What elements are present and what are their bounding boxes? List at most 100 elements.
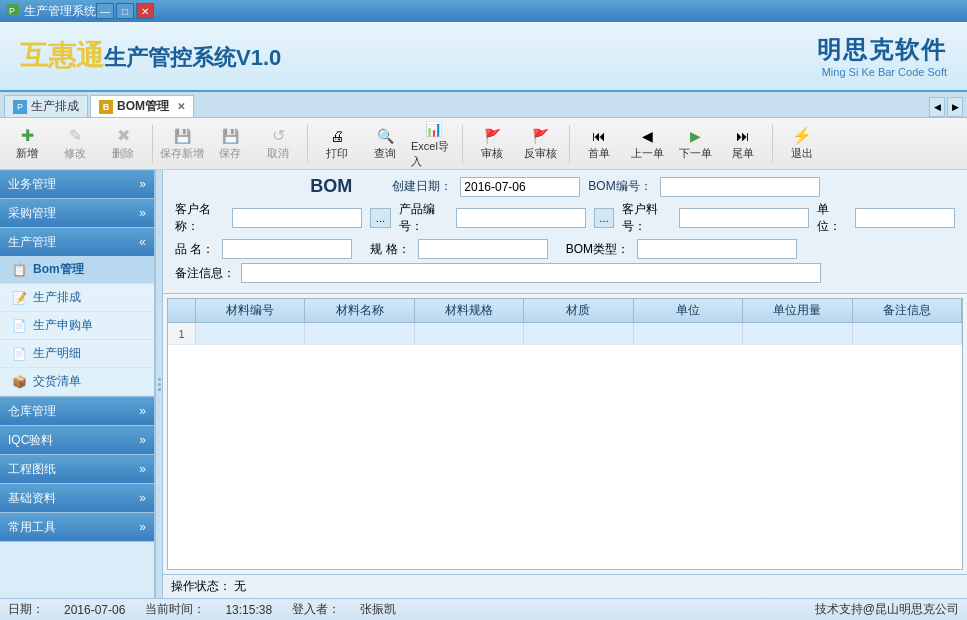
unaudit-button[interactable]: 反审核	[517, 121, 563, 167]
grid-cell-remarks-1[interactable]	[853, 323, 962, 344]
sidebar-item-detail[interactable]: 📄 生产明细	[0, 340, 154, 368]
sidebar-item-delivery[interactable]: 📦 交货清单	[0, 368, 154, 396]
tab-bom-close[interactable]: ✕	[177, 101, 185, 112]
sep-3	[462, 125, 463, 163]
close-button[interactable]: ✕	[136, 3, 154, 19]
remarks-input[interactable]	[241, 263, 821, 283]
print-label: 打印	[326, 146, 348, 161]
sidebar-purchase-arrow: »	[139, 206, 146, 220]
prev-label: 上一单	[631, 146, 664, 161]
grid-cell-name-1[interactable]	[305, 323, 414, 344]
resize-handle[interactable]	[155, 170, 163, 598]
content-panel: BOM 创建日期： BOM编号： 客户名称： … 产品编号： … 客户料号： 单…	[163, 170, 967, 598]
sidebar-header-purchase[interactable]: 采购管理 »	[0, 199, 154, 227]
detail-item-icon: 📄	[12, 347, 27, 361]
save-button[interactable]: 保存	[207, 121, 253, 167]
product-name-label: 品 名：	[175, 241, 214, 258]
create-date-input[interactable]	[460, 177, 580, 197]
remarks-label: 备注信息：	[175, 265, 235, 282]
title-bar-title: 生产管理系统	[24, 3, 96, 20]
status-bar: 日期： 2016-07-06 当前时间： 13:15:38 登入者： 张振凯 技…	[0, 598, 967, 620]
cancel-icon	[272, 126, 285, 144]
user-value: 张振凯	[360, 601, 396, 618]
grid-col-qty: 单位用量	[743, 299, 852, 322]
sidebar-header-business[interactable]: 业务管理 »	[0, 170, 154, 198]
sidebar-tools-label: 常用工具	[8, 519, 56, 536]
prev-button[interactable]: 上一单	[624, 121, 670, 167]
tab-arrows: ◀ ▶	[929, 97, 963, 117]
new-button[interactable]: 新增	[4, 121, 50, 167]
tab-bom[interactable]: B BOM管理 ✕	[90, 95, 194, 117]
sidebar-item-purchase-order[interactable]: 📄 生产申购单	[0, 312, 154, 340]
grid-cell-material-1[interactable]	[524, 323, 633, 344]
grid-cell-rownum-1: 1	[168, 323, 196, 344]
bom-form-title: BOM	[310, 176, 352, 197]
form-row-remarks: 备注信息：	[175, 263, 955, 283]
exit-button[interactable]: 退出	[779, 121, 825, 167]
maximize-button[interactable]: □	[116, 3, 134, 19]
bom-type-input[interactable]	[637, 239, 797, 259]
delete-icon	[117, 126, 130, 144]
schedule-item-label: 生产排成	[33, 289, 81, 306]
delivery-item-label: 交货清单	[33, 373, 81, 390]
savenew-label: 保存新增	[160, 146, 204, 161]
customer-name-btn[interactable]: …	[370, 208, 390, 228]
sidebar-header-iqc[interactable]: IQC验料 »	[0, 426, 154, 454]
last-button[interactable]: 尾单	[720, 121, 766, 167]
grid-cell-unit-1[interactable]	[634, 323, 743, 344]
sidebar-business-label: 业务管理	[8, 176, 56, 193]
spec-input[interactable]	[418, 239, 548, 259]
customer-code-input[interactable]	[679, 208, 809, 228]
unit-input[interactable]	[855, 208, 955, 228]
sidebar-section-purchase: 采购管理 »	[0, 199, 154, 228]
last-icon	[736, 126, 750, 144]
search-button[interactable]: 查询	[362, 121, 408, 167]
audit-label: 审核	[481, 146, 503, 161]
tab-prod[interactable]: P 生产排成	[4, 95, 88, 117]
minimize-button[interactable]: —	[96, 3, 114, 19]
search-icon	[377, 126, 394, 144]
tab-prev-arrow[interactable]: ◀	[929, 97, 945, 117]
product-no-btn[interactable]: …	[594, 208, 614, 228]
tab-next-arrow[interactable]: ▶	[947, 97, 963, 117]
grid-cell-no-1[interactable]	[196, 323, 305, 344]
new-icon	[21, 126, 34, 144]
grid-cell-spec-1[interactable]	[415, 323, 524, 344]
sidebar-item-schedule[interactable]: 📝 生产排成	[0, 284, 154, 312]
sidebar-header-tools[interactable]: 常用工具 »	[0, 513, 154, 541]
cancel-button[interactable]: 取消	[255, 121, 301, 167]
grid-col-rownum	[168, 299, 196, 322]
next-button[interactable]: 下一单	[672, 121, 718, 167]
unit-label: 单位：	[817, 201, 847, 235]
grid-cell-qty-1[interactable]	[743, 323, 852, 344]
sidebar-header-drawings[interactable]: 工程图纸 »	[0, 455, 154, 483]
table-row[interactable]: 1	[168, 323, 962, 345]
product-no-input[interactable]	[456, 208, 586, 228]
sidebar-header-production[interactable]: 生产管理 «	[0, 228, 154, 256]
edit-label: 修改	[64, 146, 86, 161]
header-banner: 互惠通生产管控系统V1.0 明思克软件 Ming Si Ke Bar Code …	[0, 22, 967, 92]
sidebar-header-basic[interactable]: 基础资料 »	[0, 484, 154, 512]
sidebar-tools-arrow: »	[139, 520, 146, 534]
grid-body: 1	[168, 323, 962, 569]
form-row-2: 品 名： 规 格： BOM类型：	[175, 239, 955, 259]
product-name-input[interactable]	[222, 239, 352, 259]
edit-button[interactable]: 修改	[52, 121, 98, 167]
unaudit-icon	[532, 126, 549, 144]
sep-5	[772, 125, 773, 163]
sidebar-section-warehouse: 仓库管理 »	[0, 397, 154, 426]
excel-button[interactable]: Excel导入	[410, 121, 456, 167]
first-button[interactable]: 首单	[576, 121, 622, 167]
sidebar-header-warehouse[interactable]: 仓库管理 »	[0, 397, 154, 425]
sidebar-basic-label: 基础资料	[8, 490, 56, 507]
bom-tab-icon: B	[99, 100, 113, 114]
sep-1	[152, 125, 153, 163]
audit-button[interactable]: 审核	[469, 121, 515, 167]
delete-button[interactable]: 删除	[100, 121, 146, 167]
sidebar-section-production: 生产管理 « 📋 Bom管理 📝 生产排成 📄 生产申购单 📄 生产明细 📦	[0, 228, 154, 397]
customer-name-input[interactable]	[232, 208, 362, 228]
sidebar-item-bom[interactable]: 📋 Bom管理	[0, 256, 154, 284]
savenew-button[interactable]: 保存新增	[159, 121, 205, 167]
bom-no-input[interactable]	[660, 177, 820, 197]
print-button[interactable]: 打印	[314, 121, 360, 167]
